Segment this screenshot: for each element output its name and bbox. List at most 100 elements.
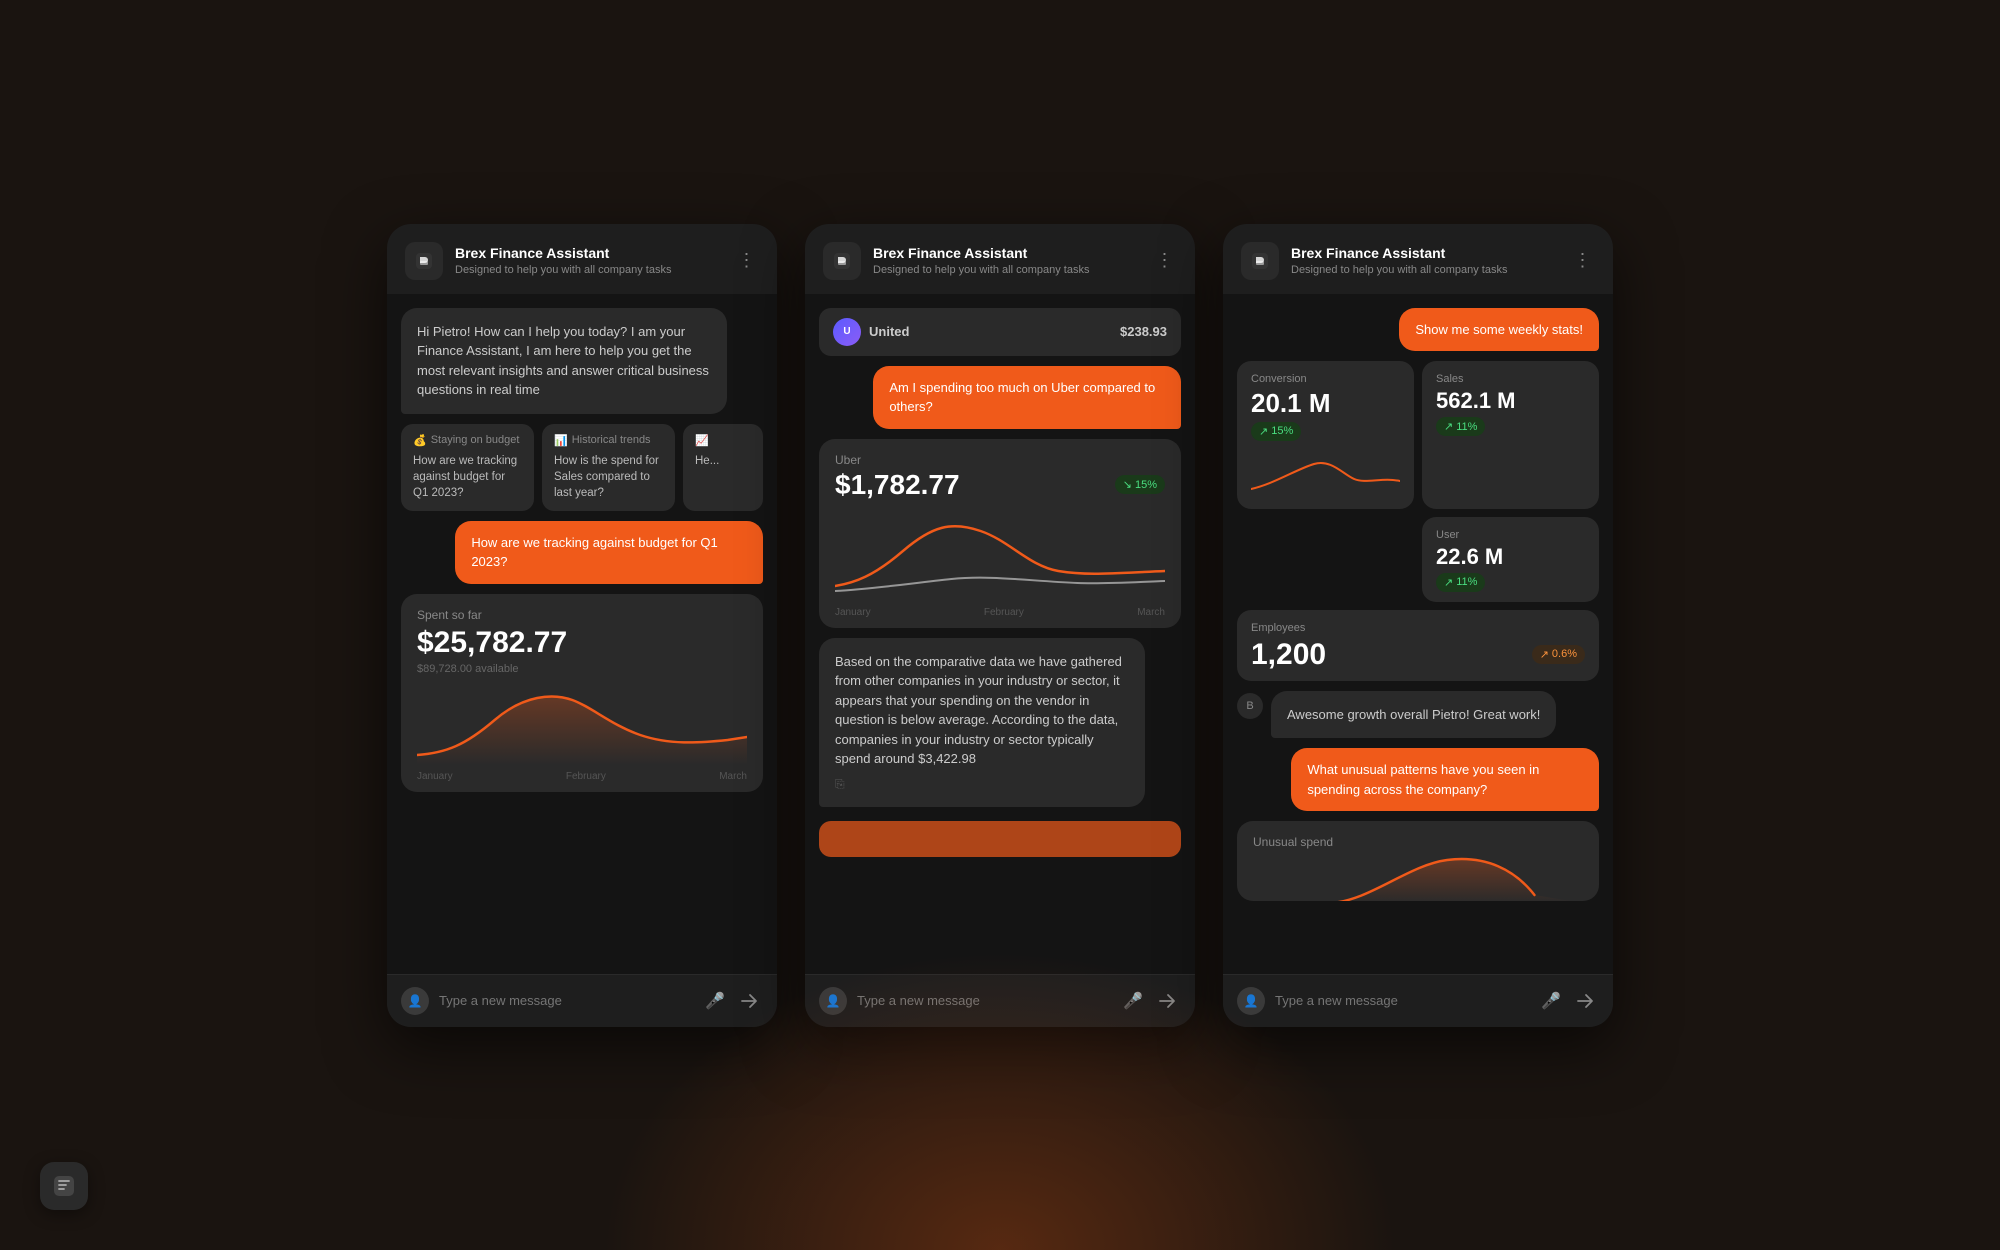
spend-amount: $25,782.77 [417,626,747,659]
user-message-2: Am I spending too much on Uber compared … [873,366,1181,429]
message-input-2[interactable] [857,993,1113,1008]
user-avatar-2: 👤 [819,987,847,1015]
panel-3-menu-button[interactable]: ⋮ [1571,249,1595,273]
vendor-logo: U [833,318,861,346]
spend-card: Spent so far $25,782.77 $89,728.00 avail… [401,594,763,792]
stat-employees: Employees 1,200 ↗ 0.6% [1237,610,1599,681]
panel-2-input-bar: 👤 🎤 [805,974,1195,1027]
label-march-2: March [1137,607,1165,618]
suggestion-budget-text: How are we tracking against budget for Q… [413,453,522,501]
brex-logo-icon-2 [823,242,861,280]
employees-label: Employees [1251,622,1585,634]
mic-icon-3[interactable]: 🎤 [1541,991,1561,1011]
user-avatar-1: 👤 [401,987,429,1015]
user-badge: ↗ 11% [1436,573,1485,592]
panel-1-subtitle: Designed to help you with all company ta… [455,264,723,276]
panel-3: Brex Finance Assistant Designed to help … [1223,224,1613,1027]
conversion-value: 20.1 M [1251,389,1400,418]
panel-3-body: Show me some weekly stats! Conversion 20… [1223,294,1613,974]
employees-row: 1,200 ↗ 0.6% [1251,638,1585,671]
user-stat-value: 22.6 M [1436,545,1585,569]
spend-available: $89,728.00 available [417,663,747,675]
panel-2-header: Brex Finance Assistant Designed to help … [805,224,1195,294]
budget-icon: 💰 Staying on budget [413,434,522,447]
greeting-message: Hi Pietro! How can I help you today? I a… [401,308,727,414]
bot-msg-row: B Awesome growth overall Pietro! Great w… [1237,691,1599,739]
conversion-label: Conversion [1251,373,1400,385]
sales-label: Sales [1436,373,1585,385]
action-button-partial[interactable] [819,821,1181,857]
suggestion-other[interactable]: 📈 He... [683,424,763,511]
vendor-amount: $238.93 [1120,324,1167,339]
panel-3-input-bar: 👤 🎤 [1223,974,1613,1027]
send-button-1[interactable] [735,987,763,1015]
user-avatar-3: 👤 [1237,987,1265,1015]
uber-card: Uber $1,782.77 ↘ 15% [819,439,1181,628]
stat-sales: Sales 562.1 M ↗ 11% [1422,361,1599,509]
user-message-3: Show me some weekly stats! [1399,308,1599,352]
conversion-mini-chart [1251,449,1400,499]
conversion-badge: ↗ 15% [1251,422,1301,441]
uber-amount-row: $1,782.77 ↘ 15% [835,469,1165,501]
bot-avatar-3: B [1237,693,1263,719]
brex-logo-icon [405,242,443,280]
uber-amount: $1,782.77 [835,469,960,501]
user-badge-row: ↗ 11% [1436,573,1585,592]
label-january-2: January [835,607,871,618]
mic-icon-2[interactable]: 🎤 [1123,991,1143,1011]
uber-badge-arrow: ↘ [1123,478,1132,491]
suggestion-budget[interactable]: 💰 Staying on budget How are we tracking … [401,424,534,511]
spend-label: Spent so far [417,608,747,622]
stat-user: User 22.6 M ↗ 11% [1422,517,1599,602]
vendor-info: U United [833,318,909,346]
send-button-2[interactable] [1153,987,1181,1015]
user-message-3b: What unusual patterns have you seen in s… [1291,748,1599,811]
message-input-1[interactable] [439,993,695,1008]
spend-chart [417,685,747,765]
bot-response-2: Based on the comparative data we have ga… [819,638,1145,807]
panel-1-header-text: Brex Finance Assistant Designed to help … [455,245,723,276]
suggestion-other-text: He... [695,453,751,469]
floating-chat-button[interactable] [40,1162,88,1210]
user-message-1: How are we tracking against budget for Q… [455,521,763,584]
sales-value: 562.1 M [1436,389,1585,413]
mic-icon-1[interactable]: 🎤 [705,991,725,1011]
panel-3-subtitle: Designed to help you with all company ta… [1291,264,1559,276]
panel-2: Brex Finance Assistant Designed to help … [805,224,1195,1027]
copy-icon[interactable]: ⎘ [835,775,1129,793]
label-february-2: February [984,607,1024,618]
unusual-spend-card: Unusual spend [1237,821,1599,901]
panel-1: Brex Finance Assistant Designed to help … [387,224,777,1027]
user-stat-label: User [1436,529,1585,541]
chart-labels-2: January February March [835,607,1165,618]
send-button-3[interactable] [1571,987,1599,1015]
sales-badge: ↗ 11% [1436,417,1485,436]
bot-message-3: Awesome growth overall Pietro! Great wor… [1271,691,1556,739]
label-march-1: March [719,771,747,782]
panel-3-title: Brex Finance Assistant [1291,245,1559,262]
unusual-chart [1253,855,1583,901]
employees-badge: ↗ 0.6% [1532,645,1585,664]
panel-2-body: U United $238.93 Am I spending too much … [805,294,1195,974]
suggestion-trends[interactable]: 📊 Historical trends How is the spend for… [542,424,675,511]
other-icon: 📈 [695,434,751,447]
uber-badge: ↘ 15% [1115,475,1165,494]
trends-icon: 📊 Historical trends [554,434,663,447]
conversion-badge-row: ↗ 15% [1251,422,1400,441]
label-january-1: January [417,771,453,782]
vendor-name: United [869,324,909,339]
brex-logo-icon-3 [1241,242,1279,280]
sales-badge-row: ↗ 11% [1436,417,1585,436]
panel-1-title: Brex Finance Assistant [455,245,723,262]
unusual-spend-label: Unusual spend [1253,835,1583,849]
panel-2-subtitle: Designed to help you with all company ta… [873,264,1141,276]
label-february-1: February [566,771,606,782]
stats-grid: Conversion 20.1 M ↗ 15% [1237,361,1599,681]
suggestion-trends-text: How is the spend for Sales compared to l… [554,453,663,501]
uber-chart [835,511,1165,601]
panel-1-menu-button[interactable]: ⋮ [735,249,759,273]
panel-2-header-text: Brex Finance Assistant Designed to help … [873,245,1141,276]
panel-2-menu-button[interactable]: ⋮ [1153,249,1177,273]
chart-labels-1: January February March [417,771,747,782]
message-input-3[interactable] [1275,993,1531,1008]
